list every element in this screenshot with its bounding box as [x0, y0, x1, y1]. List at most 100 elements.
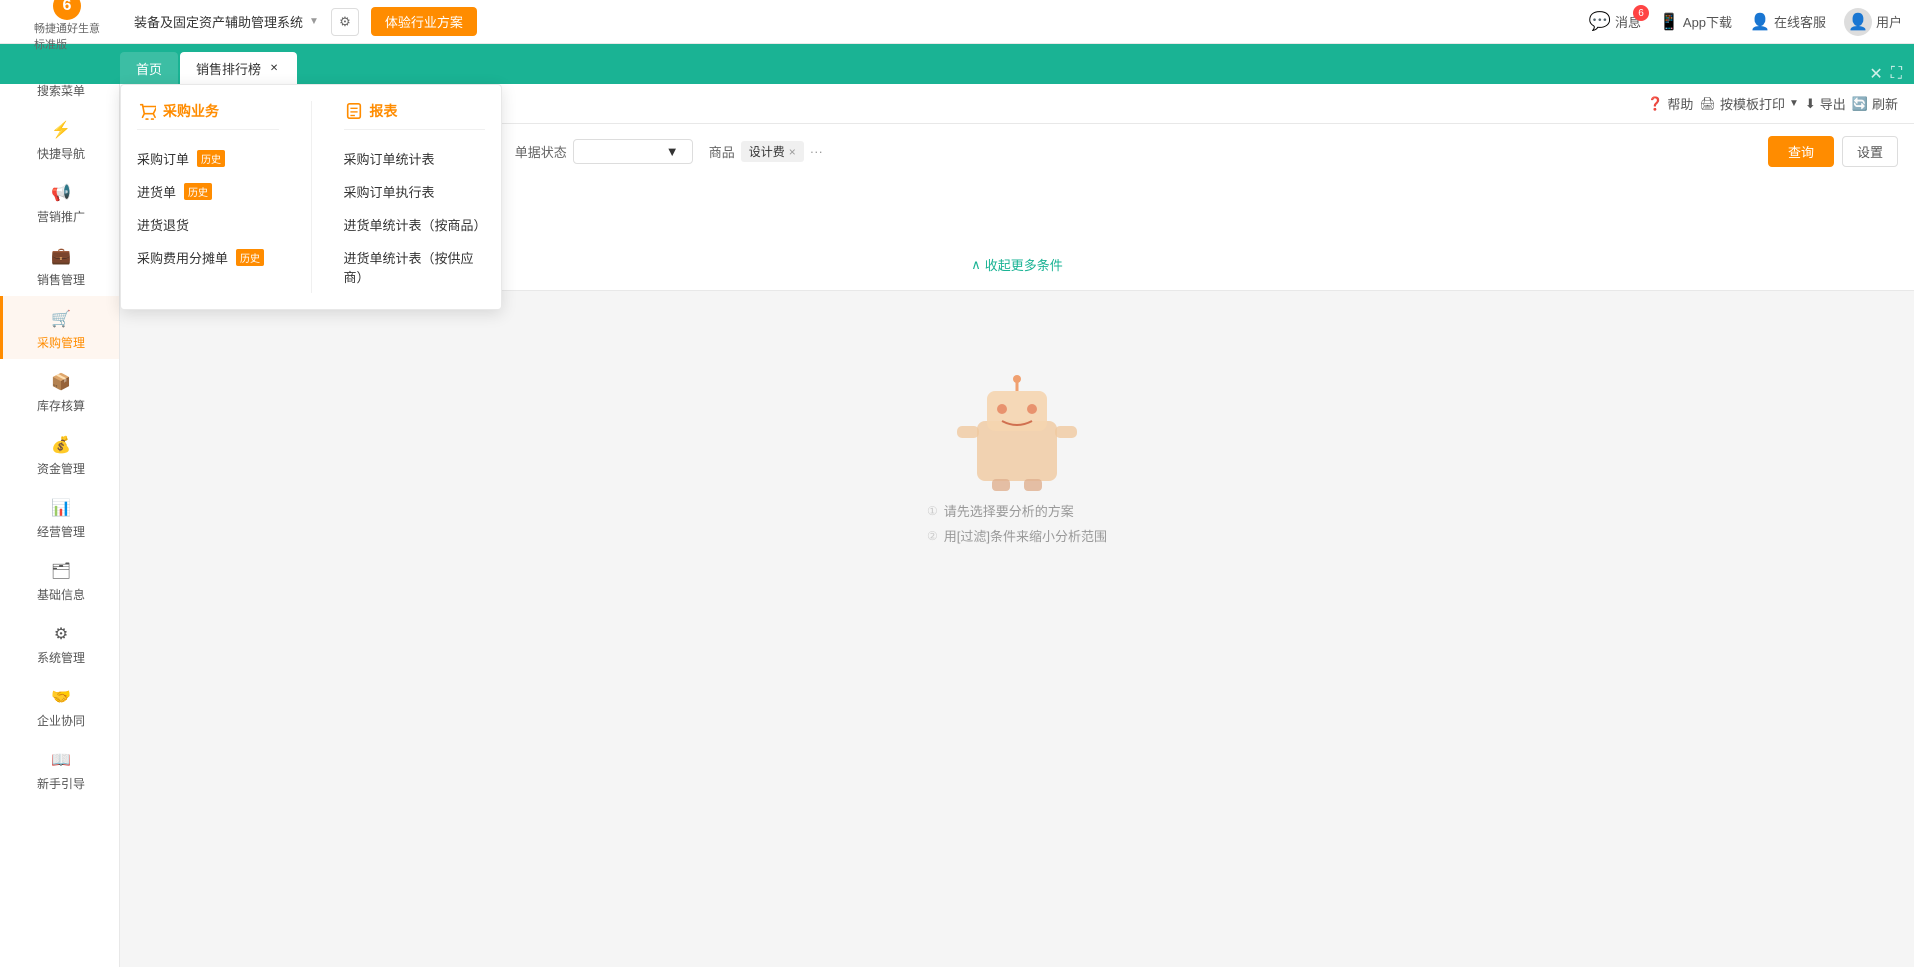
tab-bar-controls: ✕ ⛶	[1869, 64, 1914, 84]
report-section: 报表 采购订单统计表 采购订单执行表 进货单统计表（按商品） 进货单统计表（按供…	[344, 101, 486, 293]
empty-hint-1-text: 请先选择要分析的方案	[944, 501, 1074, 520]
empty-hint-2: ② 用[过滤]条件来缩小分析范围	[927, 526, 1107, 545]
user-label: 用户	[1876, 12, 1902, 31]
doc-status-filter: 单据状态 ▼	[515, 139, 693, 164]
tab-expand-icon[interactable]: ⛶	[1891, 65, 1902, 83]
po-stats-label: 采购订单统计表	[344, 149, 435, 168]
online-service-label: 在线客服	[1774, 12, 1826, 31]
tab-close-all-icon[interactable]: ✕	[1869, 64, 1882, 84]
query-button[interactable]: 查询	[1768, 136, 1834, 167]
menu-item-purchase-expense[interactable]: 采购费用分摊单 历史	[137, 241, 279, 274]
menu-item-purchase-order[interactable]: 采购订单 历史	[137, 142, 279, 175]
purchase-section-title: 采购业务	[137, 101, 279, 130]
doc-status-label: 单据状态	[515, 142, 567, 161]
marketing-icon: 📢	[50, 182, 72, 204]
quick-nav-icon: ⚡	[50, 119, 72, 141]
stock-in-label: 进货单	[137, 182, 176, 201]
menu-item-stock-stats-product[interactable]: 进货单统计表（按商品）	[344, 208, 486, 241]
system-settings-button[interactable]: ⚙	[331, 8, 359, 36]
product-more-button[interactable]: ···	[810, 144, 823, 159]
system-title-dropdown[interactable]: ▼	[309, 16, 319, 27]
empty-state: ① 请先选择要分析的方案 ② 用[过滤]条件来缩小分析范围	[120, 291, 1914, 625]
empty-illustration	[947, 371, 1087, 491]
tab-bar: 首页 销售排行榜 ✕ ✕ ⛶	[0, 44, 1914, 84]
sidebar-item-guide[interactable]: 📖 新手引导	[0, 737, 119, 800]
print-dropdown-arrow[interactable]: ▼	[1789, 98, 1799, 109]
sidebar-enterprise-label: 企业协同	[37, 712, 85, 729]
collapse-filters-button[interactable]: ∧ 收起更多条件	[971, 255, 1063, 274]
tab-sales-rank-close[interactable]: ✕	[267, 61, 281, 75]
export-label: 导出	[1820, 94, 1846, 113]
collapse-up-icon: ∧	[971, 257, 981, 273]
sidebar-item-enterprise[interactable]: 🤝 企业协同	[0, 674, 119, 737]
menu-item-po-exec[interactable]: 采购订单执行表	[344, 175, 486, 208]
purchase-dropdown-menu: 采购业务 采购订单 历史 进货单 历史 进货退货 采购费用分摊单 历史	[120, 84, 502, 310]
app-download-label: App下载	[1683, 12, 1732, 31]
empty-hint-1: ① 请先选择要分析的方案	[927, 501, 1107, 520]
tab-home[interactable]: 首页	[120, 52, 178, 84]
messages-button[interactable]: 💬 6 消息	[1589, 11, 1641, 32]
refresh-button[interactable]: 🔄 刷新	[1852, 94, 1898, 113]
product-tag-value: 设计费	[749, 143, 785, 160]
system-title-text: 装备及固定资产辅助管理系统	[134, 12, 303, 31]
sidebar-operations-label: 经营管理	[37, 523, 85, 540]
purchase-section-label: 采购业务	[163, 101, 219, 121]
collapse-label: 收起更多条件	[985, 255, 1063, 274]
report-section-label: 报表	[370, 101, 398, 121]
product-tag: 设计费 ×	[741, 141, 804, 162]
stock-stats-supplier-label: 进货单统计表（按供应商）	[344, 248, 486, 286]
menu-item-stock-stats-supplier[interactable]: 进货单统计表（按供应商）	[344, 241, 486, 293]
doc-status-select[interactable]: ▼	[573, 139, 693, 164]
report-section-title: 报表	[344, 101, 486, 130]
app-download-button[interactable]: 📱 App下载	[1659, 12, 1732, 32]
sidebar-item-operations[interactable]: 📊 经营管理	[0, 485, 119, 548]
help-button[interactable]: ❓ 帮助	[1647, 94, 1693, 113]
sidebar-item-marketing[interactable]: 📢 营销推广	[0, 170, 119, 233]
sidebar-basic-label: 基础信息	[37, 586, 85, 603]
menu-item-stock-in[interactable]: 进货单 历史	[137, 175, 279, 208]
operations-icon: 📊	[50, 497, 72, 519]
refresh-label: 刷新	[1872, 94, 1898, 113]
industry-solution-button[interactable]: 体验行业方案	[371, 7, 477, 36]
user-menu[interactable]: 👤 用户	[1844, 8, 1902, 36]
purchase-section: 采购业务 采购订单 历史 进货单 历史 进货退货 采购费用分摊单 历史	[137, 101, 279, 293]
sidebar-item-quick-nav[interactable]: ⚡ 快捷导航	[0, 107, 119, 170]
product-tag-close[interactable]: ×	[789, 145, 796, 159]
filter-settings-button[interactable]: 设置	[1842, 136, 1898, 167]
export-button[interactable]: ⬇ 导出	[1805, 94, 1846, 113]
enterprise-icon: 🤝	[50, 686, 72, 708]
stock-stats-product-label: 进货单统计表（按商品）	[344, 215, 486, 234]
product-label: 商品	[709, 142, 735, 161]
purchase-icon: 🛒	[50, 308, 72, 330]
header-right: 💬 6 消息 📱 App下载 👤 在线客服 👤 用户	[1589, 8, 1902, 36]
menu-divider	[311, 101, 312, 293]
purchase-expense-hist-tag: 历史	[236, 249, 264, 266]
sidebar-item-funds[interactable]: 💰 资金管理	[0, 422, 119, 485]
menu-item-po-stats[interactable]: 采购订单统计表	[344, 142, 486, 175]
sidebar-item-purchase[interactable]: 🛒 采购管理	[0, 296, 119, 359]
online-service-button[interactable]: 👤 在线客服	[1750, 12, 1826, 32]
print-button[interactable]: 🖨 按模板打印 ▼	[1699, 94, 1798, 113]
sidebar-sales-label: 销售管理	[37, 271, 85, 288]
stock-in-hist-tag: 历史	[184, 183, 212, 200]
tab-sales-rank[interactable]: 销售排行榜 ✕	[180, 52, 297, 84]
sidebar-marketing-label: 营销推广	[37, 208, 85, 225]
menu-item-stock-return[interactable]: 进货退货	[137, 208, 279, 241]
sidebar-item-basic[interactable]: 🗂 基础信息	[0, 548, 119, 611]
top-header: 6 畅捷通好生意 标准版 装备及固定资产辅助管理系统 ▼ ⚙ 体验行业方案 💬 …	[0, 0, 1914, 44]
export-icon: ⬇	[1805, 96, 1816, 112]
sidebar-item-inventory[interactable]: 📦 库存核算	[0, 359, 119, 422]
tab-sales-rank-label: 销售排行榜	[196, 59, 261, 78]
help-label: 帮助	[1667, 94, 1693, 113]
purchase-order-label: 采购订单	[137, 149, 189, 168]
sidebar-guide-label: 新手引导	[37, 775, 85, 792]
purchase-order-hist-tag: 历史	[197, 150, 225, 167]
brand-name: 畅捷通好生意 标准版	[34, 20, 100, 52]
sidebar-search-label: 搜索菜单	[37, 82, 85, 99]
system-title-area: 装备及固定资产辅助管理系统 ▼	[134, 12, 319, 31]
logo-area: 6 畅捷通好生意 标准版	[12, 0, 122, 52]
sidebar-item-sales[interactable]: 💼 销售管理	[0, 233, 119, 296]
logo-icon: 6	[53, 0, 81, 20]
sidebar-item-system[interactable]: ⚙ 系统管理	[0, 611, 119, 674]
sidebar-inventory-label: 库存核算	[37, 397, 85, 414]
